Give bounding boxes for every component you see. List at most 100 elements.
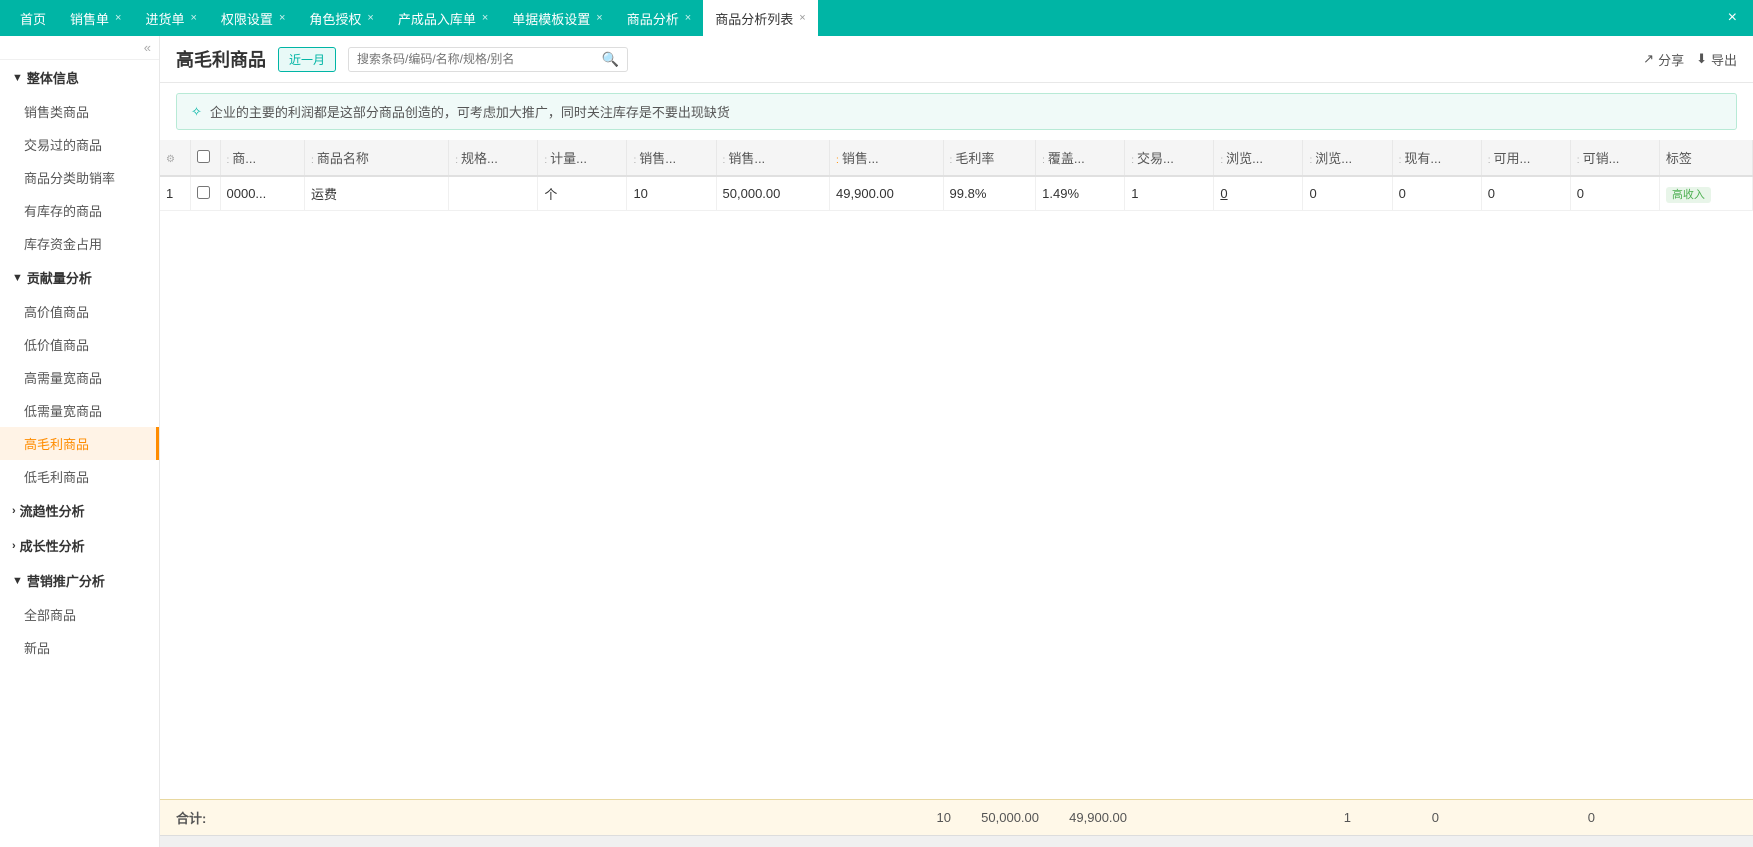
sidebar-item-stock-capital[interactable]: 库存资金占用	[0, 227, 159, 260]
search-input[interactable]	[357, 52, 602, 66]
sidebar-item-all-goods[interactable]: 全部商品	[0, 598, 159, 631]
nav-purchase-order[interactable]: 进货单 ×	[133, 0, 208, 36]
nav-home[interactable]: 首页	[8, 0, 58, 36]
nav-sales-order[interactable]: 销售单 ×	[58, 0, 133, 36]
footer-available: 0	[1521, 810, 1601, 825]
close-template-settings[interactable]: ×	[596, 12, 602, 24]
export-button[interactable]: ⬇ 导出	[1696, 50, 1737, 69]
footer-sales-qty: 10	[877, 810, 957, 825]
close-finished-goods[interactable]: ×	[482, 12, 488, 24]
col-browse2[interactable]: :浏览...	[1303, 140, 1392, 176]
section-arrow-marketing: ▼	[12, 575, 23, 587]
nav-template-settings[interactable]: 单据模板设置 ×	[500, 0, 614, 36]
sidebar-collapse-btn[interactable]: «	[0, 36, 159, 60]
search-icon[interactable]: 🔍	[602, 51, 619, 68]
row-available: 0	[1481, 176, 1570, 211]
col-sales-profit[interactable]: :销售...	[830, 140, 944, 176]
row-sales-qty: 10	[627, 176, 716, 211]
col-transaction[interactable]: :交易...	[1125, 140, 1214, 176]
sidebar-item-high-demand-wide[interactable]: 高需量宽商品	[0, 361, 159, 394]
col-current-stock[interactable]: :现有...	[1392, 140, 1481, 176]
section-arrow-growth: ›	[12, 540, 16, 552]
horizontal-scrollbar[interactable]	[160, 835, 1753, 847]
close-role-auth[interactable]: ×	[367, 12, 373, 24]
close-all-tabs[interactable]: ×	[1720, 9, 1745, 27]
section-arrow-overall: ▼	[12, 72, 23, 84]
product-table: ⚙ :商... :商品名称 :规格... :计量... :销售... :销售..…	[160, 140, 1753, 211]
row-tag: 高收入	[1659, 176, 1752, 211]
tag-badge: 高收入	[1666, 187, 1711, 203]
info-icon: ✧	[191, 104, 202, 120]
page-title: 高毛利商品	[176, 46, 266, 72]
nav-permissions[interactable]: 权限设置 ×	[209, 0, 297, 36]
col-available[interactable]: :可用...	[1481, 140, 1570, 176]
col-code[interactable]: :商...	[220, 140, 305, 176]
row-index: 1	[160, 176, 190, 211]
sidebar-section-growth[interactable]: › 成长性分析	[0, 528, 159, 563]
row-gross-margin: 99.8%	[943, 176, 1036, 211]
col-browse1[interactable]: :浏览...	[1214, 140, 1303, 176]
sidebar-item-sales-goods[interactable]: 销售类商品	[0, 95, 159, 128]
row-saleable: 0	[1570, 176, 1659, 211]
sidebar: « ▼ 整体信息 销售类商品 交易过的商品 商品分类助销率 有库存的商品 库存资…	[0, 36, 160, 847]
col-saleable[interactable]: :可销...	[1570, 140, 1659, 176]
col-settings[interactable]: ⚙	[160, 140, 190, 176]
header-actions: ↗ 分享 ⬇ 导出	[1643, 50, 1737, 69]
footer-browse1: 0	[1365, 810, 1445, 825]
share-icon: ↗	[1643, 51, 1654, 67]
sidebar-section-overall[interactable]: ▼ 整体信息	[0, 60, 159, 95]
info-banner: ✧ 企业的主要的利润都是这部分商品创造的，可考虑加大推广，同时关注库存是不要出现…	[176, 93, 1737, 130]
nav-product-analysis[interactable]: 商品分析 ×	[615, 0, 703, 36]
col-coverage[interactable]: :覆盖...	[1036, 140, 1125, 176]
nav-product-analysis-list[interactable]: 商品分析列表 ×	[703, 0, 817, 36]
row-checkbox[interactable]	[190, 176, 220, 211]
row-browse1[interactable]: 0	[1214, 176, 1303, 211]
sidebar-item-in-stock-goods[interactable]: 有库存的商品	[0, 194, 159, 227]
close-product-analysis[interactable]: ×	[685, 12, 691, 24]
row-unit: 个	[538, 176, 627, 211]
col-sales-qty[interactable]: :销售...	[627, 140, 716, 176]
export-icon: ⬇	[1696, 51, 1707, 67]
col-tag[interactable]: 标签	[1659, 140, 1752, 176]
close-product-analysis-list[interactable]: ×	[799, 12, 805, 24]
sidebar-item-high-margin[interactable]: 高毛利商品	[0, 427, 159, 460]
sidebar-section-marketing[interactable]: ▼ 营销推广分析	[0, 563, 159, 598]
sidebar-item-low-margin[interactable]: 低毛利商品	[0, 460, 159, 493]
footer-sales-amount: 50,000.00	[965, 810, 1045, 825]
close-permissions[interactable]: ×	[279, 12, 285, 24]
data-table-container[interactable]: ⚙ :商... :商品名称 :规格... :计量... :销售... :销售..…	[160, 140, 1753, 799]
col-sales-amount[interactable]: :销售...	[716, 140, 830, 176]
row-select-checkbox[interactable]	[197, 186, 210, 199]
table-row: 1 0000... 运费 个 10 50,000.00 49,900.00 99…	[160, 176, 1753, 211]
close-purchase-order[interactable]: ×	[190, 12, 196, 24]
nav-finished-goods[interactable]: 产成品入库单 ×	[386, 0, 500, 36]
table-header-row: ⚙ :商... :商品名称 :规格... :计量... :销售... :销售..…	[160, 140, 1753, 176]
row-sales-amount: 50,000.00	[716, 176, 830, 211]
col-checkbox[interactable]	[190, 140, 220, 176]
col-name[interactable]: :商品名称	[305, 140, 449, 176]
sidebar-item-low-demand-wide[interactable]: 低需量宽商品	[0, 394, 159, 427]
col-gross-margin[interactable]: :毛利率	[943, 140, 1036, 176]
col-unit[interactable]: :计量...	[538, 140, 627, 176]
close-sales-order[interactable]: ×	[115, 12, 121, 24]
select-all-checkbox[interactable]	[197, 150, 210, 163]
col-spec[interactable]: :规格...	[449, 140, 538, 176]
sidebar-item-new-goods[interactable]: 新品	[0, 631, 159, 664]
nav-role-auth[interactable]: 角色授权 ×	[297, 0, 385, 36]
sidebar-item-category-sales-rate[interactable]: 商品分类助销率	[0, 161, 159, 194]
section-arrow-contribution: ▼	[12, 272, 23, 284]
sidebar-section-contribution[interactable]: ▼ 贡献量分析	[0, 260, 159, 295]
share-button[interactable]: ↗ 分享	[1643, 50, 1684, 69]
filter-recent-month[interactable]: 近一月	[278, 47, 336, 72]
row-sales-profit: 49,900.00	[830, 176, 944, 211]
sidebar-item-high-value[interactable]: 高价值商品	[0, 295, 159, 328]
top-navigation: 首页 销售单 × 进货单 × 权限设置 × 角色授权 × 产成品入库单 × 单据…	[0, 0, 1753, 36]
row-coverage: 1.49%	[1036, 176, 1125, 211]
row-name: 运费	[305, 176, 449, 211]
sidebar-item-low-value[interactable]: 低价值商品	[0, 328, 159, 361]
sidebar-section-trend[interactable]: › 流趋性分析	[0, 493, 159, 528]
row-code[interactable]: 0000...	[220, 176, 305, 211]
sidebar-item-traded-goods[interactable]: 交易过的商品	[0, 128, 159, 161]
footer-sales-profit: 49,900.00	[1053, 810, 1133, 825]
footer-totals: 合计: 10 50,000.00 49,900.00 1 0 0	[160, 799, 1753, 835]
